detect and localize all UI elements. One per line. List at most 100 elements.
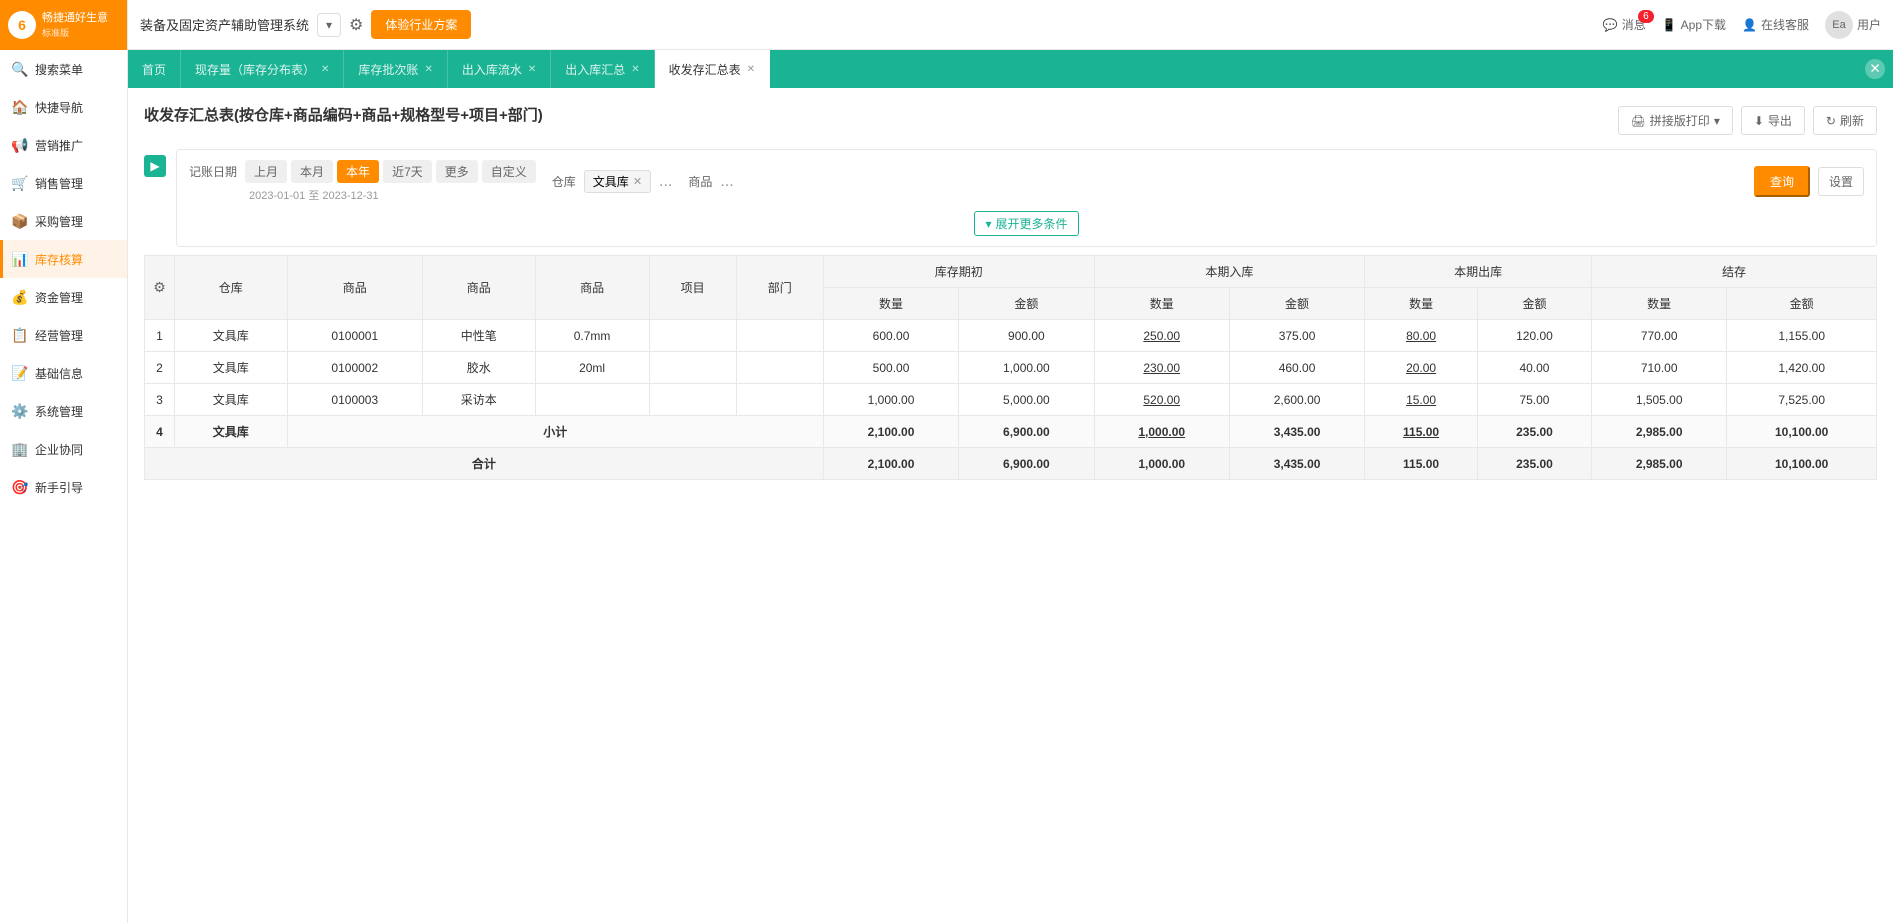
row-in-qty[interactable]: 250.00 bbox=[1094, 320, 1229, 352]
total-opening-qty: 2,100.00 bbox=[823, 448, 958, 480]
export-button[interactable]: ⬇ 导出 bbox=[1741, 106, 1805, 135]
tab-bar-close[interactable]: ✕ bbox=[1865, 59, 1885, 79]
table-settings-header[interactable]: ⚙ bbox=[145, 256, 175, 320]
date-range-display: 2023-01-01 至 2023-12-31 bbox=[249, 187, 379, 203]
subtotal-out-qty[interactable]: 115.00 bbox=[1365, 416, 1478, 448]
sidebar-item-sales[interactable]: 🛒 销售管理 bbox=[0, 164, 127, 202]
total-label: 合计 bbox=[145, 448, 824, 480]
main-area: 装备及固定资产辅助管理系统 ▾ ⚙ 体验行业方案 💬 消息 6 📱 App下载 … bbox=[128, 0, 1893, 923]
sidebar-item-quick-nav[interactable]: 🏠 快捷导航 bbox=[0, 88, 127, 126]
online-service-item[interactable]: 👤 在线客服 bbox=[1742, 16, 1809, 33]
filter-container: ▶ 记账日期 上月本月本年近7天更多自定义 2023-01-01 至 2023-… bbox=[144, 149, 1877, 247]
trial-button[interactable]: 体验行业方案 bbox=[371, 10, 471, 39]
sidebar-item-basic-info[interactable]: 📝 基础信息 bbox=[0, 354, 127, 392]
tab-close-in-out-summary[interactable]: ✕ bbox=[631, 64, 639, 75]
date-btn-自定义[interactable]: 自定义 bbox=[482, 160, 536, 183]
row-opening-qty: 600.00 bbox=[823, 320, 958, 352]
date-btn-更多[interactable]: 更多 bbox=[436, 160, 478, 183]
sidebar-label-operations: 经营管理 bbox=[35, 327, 83, 344]
print-dropdown-icon: ▾ bbox=[1714, 114, 1720, 128]
app-download-item[interactable]: 📱 App下载 bbox=[1662, 16, 1726, 33]
tab-close-batch-accounts[interactable]: ✕ bbox=[424, 64, 432, 75]
tab-home[interactable]: 首页 bbox=[128, 50, 181, 88]
sidebar-label-finance: 资金管理 bbox=[35, 289, 83, 306]
sidebar-item-operations[interactable]: 📋 经营管理 bbox=[0, 316, 127, 354]
row-spec bbox=[535, 384, 649, 416]
row-opening-qty: 500.00 bbox=[823, 352, 958, 384]
subtotal-warehouse: 文具库 bbox=[175, 416, 288, 448]
sidebar-item-marketing[interactable]: 📢 营销推广 bbox=[0, 126, 127, 164]
tab-close-in-out-flow[interactable]: ✕ bbox=[528, 64, 536, 75]
report-container: 收发存汇总表(按仓库+商品编码+商品+规格型号+项目+部门) 🖨 拼接版打印 ▾… bbox=[128, 88, 1893, 923]
sidebar-label-quick-nav: 快捷导航 bbox=[35, 99, 83, 116]
sidebar-item-enterprise[interactable]: 🏢 企业协同 bbox=[0, 430, 127, 468]
tab-receive-send-summary[interactable]: 收发存汇总表✕ bbox=[655, 50, 770, 88]
sidebar-label-guide: 新手引导 bbox=[35, 479, 83, 496]
tab-close-receive-send-summary[interactable]: ✕ bbox=[747, 64, 755, 75]
filter-collapse-button[interactable]: ▶ bbox=[144, 155, 166, 177]
tab-inventory-dist[interactable]: 现存量（库存分布表）✕ bbox=[181, 50, 344, 88]
row-in-qty[interactable]: 520.00 bbox=[1094, 384, 1229, 416]
data-table-wrapper: ⚙ 仓库 商品 商品 商品 项目 部门 库存期初 本期入库 本期出库 结存 bbox=[144, 255, 1877, 480]
date-btn-本月[interactable]: 本月 bbox=[291, 160, 333, 183]
total-row: 合计 2,100.00 6,900.00 1,000.00 3,435.00 1… bbox=[145, 448, 1877, 480]
date-btn-上月[interactable]: 上月 bbox=[245, 160, 287, 183]
app-download-label: App下载 bbox=[1681, 16, 1726, 33]
subtotal-balance-amt: 10,100.00 bbox=[1727, 416, 1877, 448]
sidebar-item-guide[interactable]: 🎯 新手引导 bbox=[0, 468, 127, 506]
sidebar-label-search: 搜索菜单 bbox=[35, 61, 83, 78]
sidebar-item-finance[interactable]: 💰 资金管理 bbox=[0, 278, 127, 316]
header-left: 装备及固定资产辅助管理系统 ▾ ⚙ 体验行业方案 bbox=[140, 10, 471, 39]
warehouse-tag-close[interactable]: ✕ bbox=[633, 175, 642, 188]
table-gear-icon[interactable]: ⚙ bbox=[153, 279, 166, 295]
query-button[interactable]: 查询 bbox=[1754, 166, 1810, 197]
logo-title: 畅捷通好生意 bbox=[42, 11, 108, 25]
subtotal-in-qty[interactable]: 1,000.00 bbox=[1094, 416, 1229, 448]
expand-more-button[interactable]: ▾ 展开更多条件 bbox=[974, 211, 1078, 236]
warehouse-ellipsis[interactable]: ... bbox=[659, 173, 672, 191]
row-product-name: 采访本 bbox=[422, 384, 535, 416]
date-btn-本年[interactable]: 本年 bbox=[337, 160, 379, 183]
balance-qty-header: 数量 bbox=[1592, 288, 1727, 320]
subtotal-row: 4 文具库 小计 2,100.00 6,900.00 1,000.00 3,43… bbox=[145, 416, 1877, 448]
row-project bbox=[649, 384, 736, 416]
sidebar-label-inventory: 库存核算 bbox=[35, 251, 83, 268]
print-button[interactable]: 🖨 拼接版打印 ▾ bbox=[1618, 106, 1733, 135]
sidebar-item-system[interactable]: ⚙️ 系统管理 bbox=[0, 392, 127, 430]
messages-item[interactable]: 💬 消息 6 bbox=[1603, 16, 1646, 33]
row-out-qty[interactable]: 20.00 bbox=[1365, 352, 1478, 384]
sidebar-item-inventory[interactable]: 📊 库存核算 bbox=[0, 240, 127, 278]
total-opening-amt: 6,900.00 bbox=[959, 448, 1094, 480]
sidebar-icon-purchase: 📦 bbox=[11, 212, 29, 230]
user-item[interactable]: Ea 用户 bbox=[1825, 11, 1881, 39]
subtotal-no: 4 bbox=[145, 416, 175, 448]
tab-batch-accounts[interactable]: 库存批次账✕ bbox=[344, 50, 447, 88]
tab-in-out-summary[interactable]: 出入库汇总 ✕ bbox=[551, 50, 654, 88]
tab-close-inventory-dist[interactable]: ✕ bbox=[321, 64, 329, 75]
sidebar-item-search[interactable]: 🔍 搜索菜单 bbox=[0, 50, 127, 88]
balance-amt-header: 金额 bbox=[1727, 288, 1877, 320]
sidebar-item-purchase[interactable]: 📦 采购管理 bbox=[0, 202, 127, 240]
row-out-qty[interactable]: 15.00 bbox=[1365, 384, 1478, 416]
online-service-label: 在线客服 bbox=[1761, 16, 1809, 33]
refresh-button[interactable]: ↻ 刷新 bbox=[1813, 106, 1877, 135]
sidebar-label-enterprise: 企业协同 bbox=[35, 441, 83, 458]
settings-icon[interactable]: ⚙ bbox=[349, 15, 363, 35]
row-spec: 20ml bbox=[535, 352, 649, 384]
message-icon: 💬 bbox=[1603, 18, 1618, 32]
in-qty-header: 数量 bbox=[1094, 288, 1229, 320]
row-in-qty[interactable]: 230.00 bbox=[1094, 352, 1229, 384]
service-icon: 👤 bbox=[1742, 18, 1757, 32]
date-btn-近7天[interactable]: 近7天 bbox=[383, 160, 432, 183]
system-dropdown[interactable]: ▾ bbox=[317, 13, 341, 37]
tab-label-in-out-summary: 出入库汇总 bbox=[565, 61, 625, 78]
row-out-qty[interactable]: 80.00 bbox=[1365, 320, 1478, 352]
export-icon: ⬇ bbox=[1754, 114, 1764, 128]
total-in-amt: 3,435.00 bbox=[1229, 448, 1364, 480]
product-code-col-header: 商品 bbox=[287, 256, 422, 320]
in-group-header: 本期入库 bbox=[1094, 256, 1365, 288]
settings-button[interactable]: 设置 bbox=[1818, 167, 1864, 196]
row-balance-qty: 710.00 bbox=[1592, 352, 1727, 384]
product-ellipsis[interactable]: ... bbox=[720, 173, 733, 191]
tab-in-out-flow[interactable]: 出入库流水✕ bbox=[448, 50, 551, 88]
